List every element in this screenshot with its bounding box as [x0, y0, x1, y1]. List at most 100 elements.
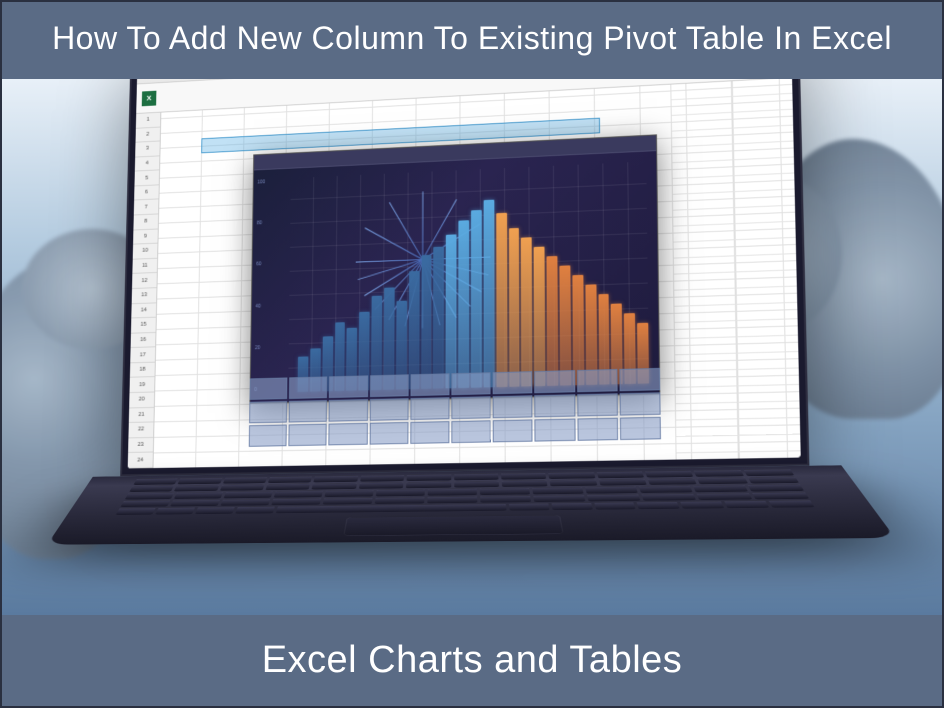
keyboard-key	[548, 472, 595, 479]
keyboard-key	[195, 507, 235, 514]
chart-bar	[534, 247, 545, 387]
keyboard-key	[120, 500, 170, 507]
chart-bar	[496, 213, 507, 387]
table-cell	[329, 423, 368, 446]
keyboard-key	[174, 485, 219, 492]
keyboard-key	[360, 475, 404, 482]
data-cell	[675, 354, 736, 372]
chart-bar	[484, 200, 495, 388]
row-number: 16	[131, 333, 156, 349]
row-number: 4	[135, 156, 160, 172]
keyboard-key	[275, 504, 506, 514]
row-number: 21	[129, 408, 154, 424]
keyboard-key	[637, 502, 680, 510]
row-number: 17	[130, 348, 155, 364]
keyboard-key	[639, 486, 693, 493]
keyboard-key	[532, 487, 583, 494]
keyboard-key	[747, 477, 799, 484]
table-cell	[493, 420, 533, 443]
keyboard-key	[428, 489, 477, 496]
data-cell	[675, 321, 736, 339]
chart-bar	[446, 235, 457, 389]
table-cell	[451, 420, 491, 443]
table-cell	[329, 399, 368, 422]
data-cell	[738, 402, 800, 420]
keyboard-key	[375, 497, 425, 504]
keyboard-key	[155, 508, 195, 515]
keyboard-key	[596, 471, 644, 478]
keyboard-key	[509, 503, 549, 510]
keyboard-key	[406, 481, 451, 488]
keyboard-key	[129, 485, 174, 492]
table-cell	[535, 419, 575, 442]
keyboard-key	[268, 476, 312, 483]
row-number: 12	[132, 273, 157, 289]
excel-logo-icon: X	[142, 90, 157, 106]
row-number: 6	[134, 185, 159, 201]
keyboard-key	[680, 501, 724, 509]
data-cell	[675, 338, 736, 356]
data-cell	[676, 436, 737, 454]
laptop-screen: File Home Insert Page Layout Formulas Da…	[120, 79, 809, 477]
embedded-chart: 100806040200	[249, 135, 660, 404]
data-cell	[675, 370, 736, 388]
keyboard-key	[697, 477, 748, 484]
data-cell	[737, 336, 799, 354]
keyboard-key	[314, 476, 358, 483]
table-cell	[249, 378, 287, 400]
keyboard	[116, 469, 815, 515]
header-banner: How To Add New Column To Existing Pivot …	[2, 2, 942, 79]
table-cell	[410, 421, 449, 444]
table-cell	[451, 372, 490, 395]
row-number: 20	[129, 393, 154, 409]
keyboard-key	[324, 490, 373, 497]
row-number: 15	[131, 318, 156, 334]
row-number: 9	[133, 229, 158, 245]
data-cell	[737, 352, 799, 370]
chart-bar	[408, 271, 419, 389]
keyboard-key	[174, 492, 223, 499]
y-axis-label: 100	[257, 179, 285, 186]
tutorial-banner-card: How To Add New Column To Existing Pivot …	[0, 0, 944, 708]
y-axis-label: 20	[255, 344, 283, 351]
keyboard-key	[748, 484, 804, 491]
keyboard-key	[220, 499, 270, 506]
keyboard-key	[312, 483, 357, 490]
bottom-data-table	[249, 368, 661, 447]
keyboard-key	[550, 479, 597, 486]
laptop-keyboard-base	[47, 465, 895, 544]
table-cell	[619, 392, 660, 415]
chart-bar	[572, 275, 584, 385]
keyboard-key	[480, 496, 531, 503]
keyboard-key	[585, 486, 638, 493]
table-cell	[289, 400, 327, 422]
chart-bar	[509, 228, 520, 387]
keyboard-key	[427, 496, 477, 503]
table-cell	[289, 424, 327, 446]
table-cell	[329, 376, 368, 399]
row-number: 5	[134, 171, 159, 187]
table-cell	[577, 418, 618, 441]
data-cell	[737, 385, 799, 403]
keyboard-key	[501, 473, 547, 480]
chart-bar	[471, 210, 482, 388]
keyboard-key	[598, 479, 646, 486]
row-number: 3	[135, 142, 160, 158]
chart-plot-area: 100806040200	[250, 151, 659, 403]
table-cell	[577, 369, 618, 392]
keyboard-key	[694, 470, 744, 477]
chart-bar	[458, 220, 469, 388]
footer-title: Excel Charts and Tables	[262, 639, 683, 681]
table-cell	[493, 371, 533, 394]
table-cell	[577, 393, 618, 416]
row-number: 2	[136, 127, 161, 143]
keyboard-key	[376, 489, 425, 496]
keyboard-key	[648, 478, 697, 485]
keyboard-key	[274, 491, 323, 498]
keyboard-key	[359, 482, 404, 489]
keyboard-key	[235, 507, 275, 514]
keyboard-key	[271, 498, 321, 505]
row-number: 13	[132, 288, 157, 304]
data-cell	[738, 435, 800, 453]
row-number: 19	[130, 378, 155, 394]
